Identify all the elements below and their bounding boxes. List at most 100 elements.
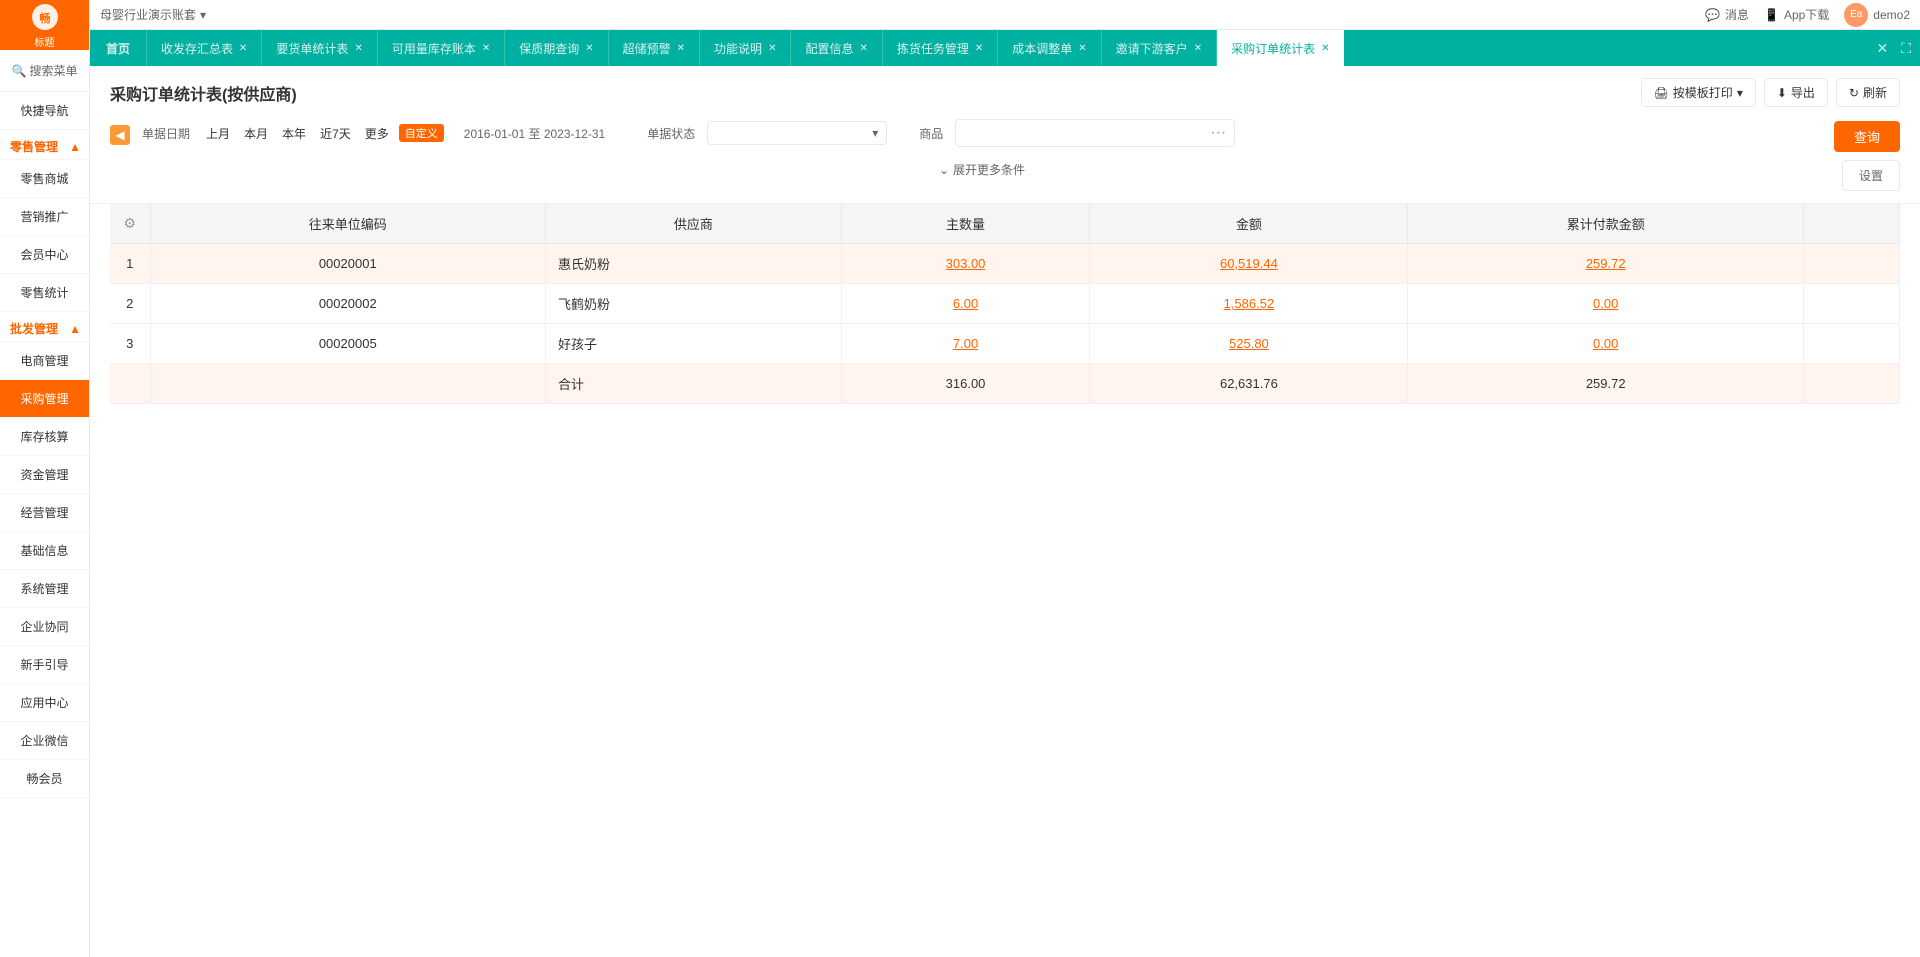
filter-collapse-button[interactable]: ◀ [110, 125, 130, 145]
app-download-button[interactable]: 📱 App下载 [1764, 6, 1829, 23]
sidebar-item-system[interactable]: 系统管理 [0, 570, 89, 608]
sidebar-item-newguide[interactable]: 新手引导 [0, 646, 89, 684]
sidebar-item-retailshop[interactable]: 零售商城 [0, 160, 89, 198]
custom-date-badge[interactable]: 自定义 [399, 124, 444, 142]
tab-close-peihuorenwu[interactable]: ✕ [975, 43, 983, 54]
goods-more-icon[interactable]: ··· [1210, 124, 1226, 142]
row-1-paid[interactable]: 259.72 [1408, 244, 1804, 284]
sidebar-item-operations[interactable]: 经营管理 [0, 494, 89, 532]
tab-peizhi[interactable]: 配置信息 ✕ [791, 30, 882, 66]
tab-caigouorder[interactable]: 采购订单统计表 ✕ [1217, 30, 1344, 66]
sidebar-item-corpwechat[interactable]: 企业微信 [0, 722, 89, 760]
row-1-qty[interactable]: 303.00 [841, 244, 1090, 284]
tab-close-chaochuyujing[interactable]: ✕ [677, 43, 685, 54]
export-icon: ⬇ [1777, 86, 1787, 100]
sidebar-item-enterprise[interactable]: 企业协同 [0, 608, 89, 646]
goods-input[interactable]: ··· [955, 119, 1235, 147]
tab-close-yaohuo[interactable]: ✕ [354, 43, 362, 54]
sidebar-item-wholesale[interactable]: 批发管理 ▲ [0, 312, 89, 342]
page-header: 采购订单统计表(按供应商) 🖨 按模板打印 ▾ ⬇ 导出 ↻ 刷新 [90, 66, 1920, 107]
shortcut-this-year[interactable]: 本年 [278, 123, 310, 144]
tab-gongneng[interactable]: 功能说明 ✕ [700, 30, 791, 66]
quicknav-label: 快捷导航 [20, 102, 68, 119]
sidebar-item-retailstats[interactable]: 零售统计 [0, 274, 89, 312]
status-select[interactable]: ▾ [707, 121, 887, 145]
sidebar-item-appcenter[interactable]: 应用中心 [0, 684, 89, 722]
sidebar: 畅 标题 🔍 搜索菜单 快捷导航 零售管理 ▲ 零售商城 营销推广 会员中心 零… [0, 0, 90, 957]
row-3-paid[interactable]: 0.00 [1408, 324, 1804, 364]
wholesale-expand-icon: ▲ [69, 322, 81, 336]
row-1-amount[interactable]: 60,519.44 [1090, 244, 1408, 284]
tab-close-peizhi[interactable]: ✕ [859, 43, 867, 54]
sidebar-item-vip[interactable]: 畅会员 [0, 760, 89, 798]
table-row: 1 00020001 惠氏奶粉 303.00 60,519.44 259.72 [110, 244, 1900, 284]
tab-close-caigouorder[interactable]: ✕ [1321, 43, 1329, 54]
shortcut-more[interactable]: 更多 [361, 123, 393, 144]
search-menu-button[interactable]: 🔍 搜索菜单 [6, 58, 83, 83]
tab-chaochuyujing[interactable]: 超储预警 ✕ [609, 30, 700, 66]
workspace-dropdown[interactable]: 母婴行业演示账套 ▾ [100, 6, 206, 23]
sidebar-item-members[interactable]: 会员中心 [0, 236, 89, 274]
col-settings[interactable]: ⚙ [110, 204, 150, 244]
sidebar-search-section: 🔍 搜索菜单 [0, 50, 89, 92]
tab-maximize-button[interactable]: ⛶ [1897, 36, 1915, 61]
tab-keyongliang[interactable]: 可用量库存账本 ✕ [378, 30, 505, 66]
shortcut-last-month[interactable]: 上月 [202, 123, 234, 144]
page-header-actions: 🖨 按模板打印 ▾ ⬇ 导出 ↻ 刷新 [1641, 78, 1900, 107]
export-button[interactable]: ⬇ 导出 [1764, 78, 1828, 107]
page-title: 采购订单统计表(按供应商) [110, 81, 297, 105]
row-3-extra [1803, 324, 1899, 364]
tab-close-all-button[interactable]: ✕ [1872, 36, 1892, 61]
print-button[interactable]: 🖨 按模板打印 ▾ [1641, 78, 1756, 107]
footer-amount: 62,631.76 [1090, 364, 1408, 404]
svg-text:畅: 畅 [39, 11, 50, 25]
table-body: 1 00020001 惠氏奶粉 303.00 60,519.44 259.72 … [110, 244, 1900, 364]
shortcut-7days[interactable]: 近7天 [316, 123, 355, 144]
refresh-button[interactable]: ↻ 刷新 [1836, 78, 1900, 107]
refresh-icon: ↻ [1849, 86, 1859, 100]
row-1-extra [1803, 244, 1899, 284]
message-icon: 💬 [1705, 8, 1720, 22]
tab-yaoqing[interactable]: 邀请下游客户 ✕ [1102, 30, 1217, 66]
tab-close-chengben[interactable]: ✕ [1078, 43, 1086, 54]
tab-baozhi[interactable]: 保质期查询 ✕ [505, 30, 608, 66]
tab-close-yaoqing[interactable]: ✕ [1194, 43, 1202, 54]
tab-peihuorenwu[interactable]: 拣货任务管理 ✕ [883, 30, 998, 66]
row-2-qty[interactable]: 6.00 [841, 284, 1090, 324]
footer-empty-1 [110, 364, 150, 404]
settings-button[interactable]: 设置 [1842, 160, 1900, 191]
tab-close-gongneng[interactable]: ✕ [768, 43, 776, 54]
tab-close-baozhi[interactable]: ✕ [585, 43, 593, 54]
app-logo: 畅 标题 [0, 0, 89, 50]
message-button[interactable]: 💬 消息 [1705, 6, 1749, 23]
tab-close-shoufahuiyi[interactable]: ✕ [239, 43, 247, 54]
row-3-qty[interactable]: 7.00 [841, 324, 1090, 364]
row-2-supplier: 飞鹤奶粉 [546, 284, 842, 324]
sidebar-item-funds[interactable]: 资金管理 [0, 456, 89, 494]
sidebar-item-retail[interactable]: 零售管理 ▲ [0, 130, 89, 160]
tab-close-keyongliang[interactable]: ✕ [482, 43, 490, 54]
row-2-amount[interactable]: 1,586.52 [1090, 284, 1408, 324]
sidebar-item-purchase[interactable]: 采购管理 [0, 380, 89, 418]
tab-chengben[interactable]: 成本调整单 ✕ [998, 30, 1101, 66]
expand-more-button[interactable]: ⌄ 展开更多条件 [933, 155, 1031, 184]
tab-shoufahuiyi[interactable]: 收发存汇总表 ✕ [147, 30, 262, 66]
col-code: 往来单位编码 [150, 204, 546, 244]
sidebar-item-basic[interactable]: 基础信息 [0, 532, 89, 570]
table-row: 3 00020005 好孩子 7.00 525.80 0.00 [110, 324, 1900, 364]
sidebar-item-quicknav[interactable]: 快捷导航 [0, 92, 89, 130]
row-2-paid[interactable]: 0.00 [1408, 284, 1804, 324]
table-row: 2 00020002 飞鹤奶粉 6.00 1,586.52 0.00 [110, 284, 1900, 324]
tab-yaohuo[interactable]: 要货单统计表 ✕ [262, 30, 377, 66]
sidebar-item-ecommerce[interactable]: 电商管理 [0, 342, 89, 380]
row-1-code: 00020001 [150, 244, 546, 284]
sidebar-item-inventory[interactable]: 库存核算 [0, 418, 89, 456]
tab-home[interactable]: 首页 [90, 30, 147, 66]
query-button[interactable]: 查询 [1834, 121, 1900, 152]
shortcut-this-month[interactable]: 本月 [240, 123, 272, 144]
settings-icon[interactable]: ⚙ [123, 215, 136, 231]
sidebar-item-marketing[interactable]: 营销推广 [0, 198, 89, 236]
row-2-extra [1803, 284, 1899, 324]
user-menu[interactable]: Ea demo2 [1844, 3, 1910, 27]
row-3-amount[interactable]: 525.80 [1090, 324, 1408, 364]
